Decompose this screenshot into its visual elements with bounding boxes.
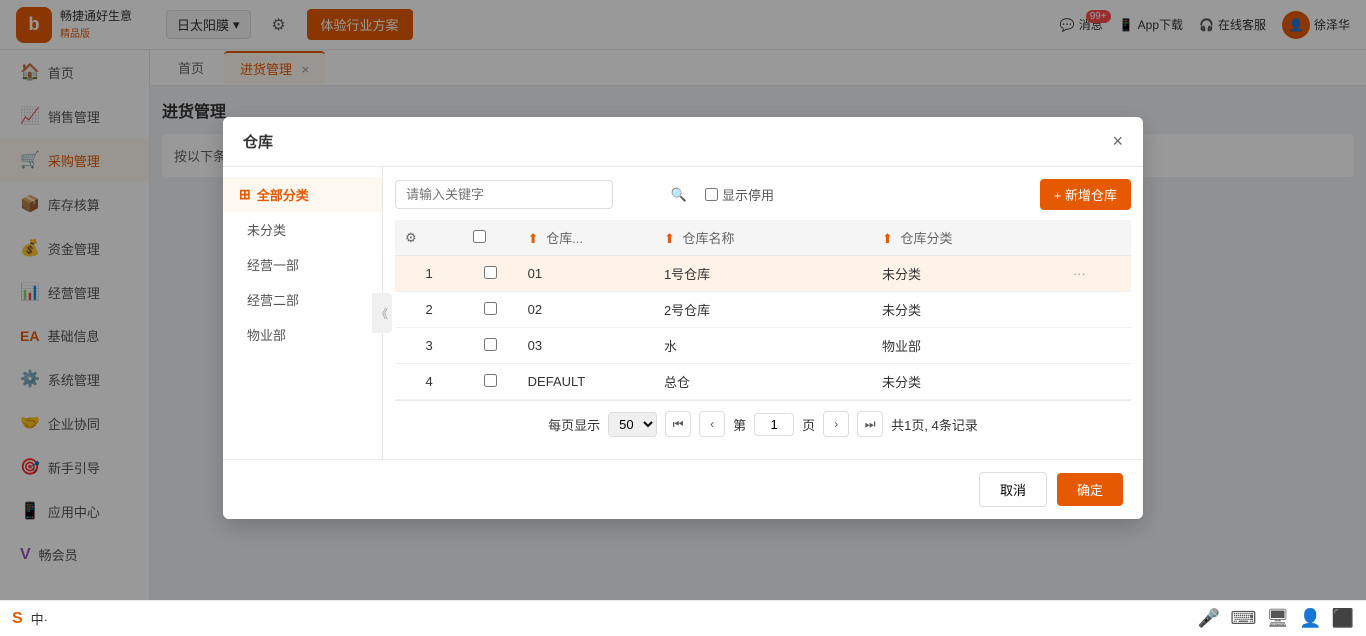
th-check [463,220,518,256]
row-category: 未分类 [872,292,1063,328]
row-num: 3 [395,328,463,364]
row-action [1063,364,1131,400]
row-checkbox[interactable] [484,338,497,351]
row-code: 03 [518,328,654,364]
row-checkbox[interactable] [484,374,497,387]
table-header: ⚙ ⬆ 仓库... ⬆ [395,220,1131,256]
row-code: 01 [518,256,654,292]
row-name: 水 [654,328,872,364]
category-business2[interactable]: 经营二部 [223,282,382,317]
category-business1[interactable]: 经营一部 [223,247,382,282]
sort-icon2: ⬆ [664,231,675,246]
row-name: 1号仓库 [654,256,872,292]
sort-icon3: ⬆ [882,231,893,246]
all-categories-item[interactable]: ⊞ 全部分类 [223,177,382,212]
modal-overlay: 仓库 × ⊞ 全部分类 未分类 经营一部 经营二部 [0,0,1366,636]
warehouse-table: ⚙ ⬆ 仓库... ⬆ [395,220,1131,400]
th-gear: ⚙ [395,220,463,256]
row-num: 4 [395,364,463,400]
th-category[interactable]: ⬆ 仓库分类 [872,220,1063,256]
taskbar-left: S 中· [12,609,48,628]
cancel-btn[interactable]: 取消 [979,472,1047,507]
row-more-icon[interactable]: ··· [1073,266,1086,281]
grid-icon: ⊞ [239,186,251,203]
add-warehouse-btn[interactable]: + 新增仓库 [1040,179,1131,210]
page-next-btn[interactable]: › [823,411,849,437]
modal-header: 仓库 × [223,117,1143,167]
table-row[interactable]: 3 03 水 物业部 [395,328,1131,364]
warehouse-table-body: 1 01 1号仓库 未分类 ··· 2 02 2 [395,256,1131,400]
taskbar-brand-text: 中· [31,609,48,628]
row-action [1063,292,1131,328]
row-action: ··· [1063,256,1131,292]
warehouse-search-input[interactable] [395,180,613,209]
modal-toolbar: 🔍 显示停用 + 新增仓库 [395,179,1131,210]
taskbar-right: 🎤 ⌨ 🖥 👤 ⬛ [1198,608,1354,629]
modal-title: 仓库 [243,131,273,152]
square-icon[interactable]: ⬛ [1332,608,1354,629]
th-action [1063,220,1131,256]
taskbar: S 中· 🎤 ⌨ 🖥 👤 ⬛ [0,600,1366,636]
page-size-select[interactable]: 50 [608,412,657,437]
show-disabled-checkbox-label[interactable]: 显示停用 [705,185,774,204]
row-check[interactable] [463,364,518,400]
row-num: 1 [395,256,463,292]
modal-body: ⊞ 全部分类 未分类 经营一部 经营二部 物业部 《 [223,167,1143,459]
user-icon[interactable]: 👤 [1299,608,1321,629]
pagination-bar: 每页显示 50 ⏮ ‹ 第 页 › ⏭ 共1页, 4条记录 [395,400,1131,447]
row-check[interactable] [463,256,518,292]
modal-main-area: 🔍 显示停用 + 新增仓库 ⚙ [383,167,1143,459]
th-code[interactable]: ⬆ 仓库... [518,220,654,256]
row-category: 未分类 [872,256,1063,292]
row-category: 未分类 [872,364,1063,400]
row-check[interactable] [463,292,518,328]
page-last-btn[interactable]: ⏭ [857,411,883,437]
row-category: 物业部 [872,328,1063,364]
mic-icon[interactable]: 🎤 [1198,608,1220,629]
search-wrap: 🔍 [395,180,695,209]
confirm-btn[interactable]: 确定 [1057,473,1123,506]
chevron-left-icon: 《 [376,305,388,322]
row-name: 2号仓库 [654,292,872,328]
modal-actions: 取消 确定 [223,459,1143,519]
category-property[interactable]: 物业部 [223,317,382,352]
row-checkbox[interactable] [484,266,497,279]
row-code: DEFAULT [518,364,654,400]
sort-icon: ⬆ [528,231,539,246]
warehouse-table-wrap: ⚙ ⬆ 仓库... ⬆ [395,220,1131,400]
table-row[interactable]: 4 DEFAULT 总仓 未分类 [395,364,1131,400]
select-all-checkbox[interactable] [473,230,486,243]
page-first-btn[interactable]: ⏮ [665,411,691,437]
page-number-input[interactable] [754,413,794,436]
category-unclassified[interactable]: 未分类 [223,212,382,247]
warehouse-modal: 仓库 × ⊞ 全部分类 未分类 经营一部 经营二部 [223,117,1143,519]
row-action [1063,328,1131,364]
search-icon[interactable]: 🔍 [671,187,687,203]
modal-category-sidebar: ⊞ 全部分类 未分类 经营一部 经营二部 物业部 《 [223,167,383,459]
row-check[interactable] [463,328,518,364]
row-code: 02 [518,292,654,328]
taskbar-brand: S [12,610,23,628]
row-name: 总仓 [654,364,872,400]
th-name[interactable]: ⬆ 仓库名称 [654,220,872,256]
row-num: 2 [395,292,463,328]
table-gear-icon[interactable]: ⚙ [405,230,417,245]
keyboard-icon[interactable]: ⌨ [1230,608,1256,629]
table-row[interactable]: 2 02 2号仓库 未分类 [395,292,1131,328]
modal-close-icon[interactable]: × [1112,131,1123,152]
row-checkbox[interactable] [484,302,497,315]
show-disabled-checkbox[interactable] [705,188,718,201]
page-prev-btn[interactable]: ‹ [699,411,725,437]
table-row[interactable]: 1 01 1号仓库 未分类 ··· [395,256,1131,292]
monitor-icon[interactable]: 🖥 [1266,608,1289,629]
sidebar-collapse-btn[interactable]: 《 [372,293,392,333]
